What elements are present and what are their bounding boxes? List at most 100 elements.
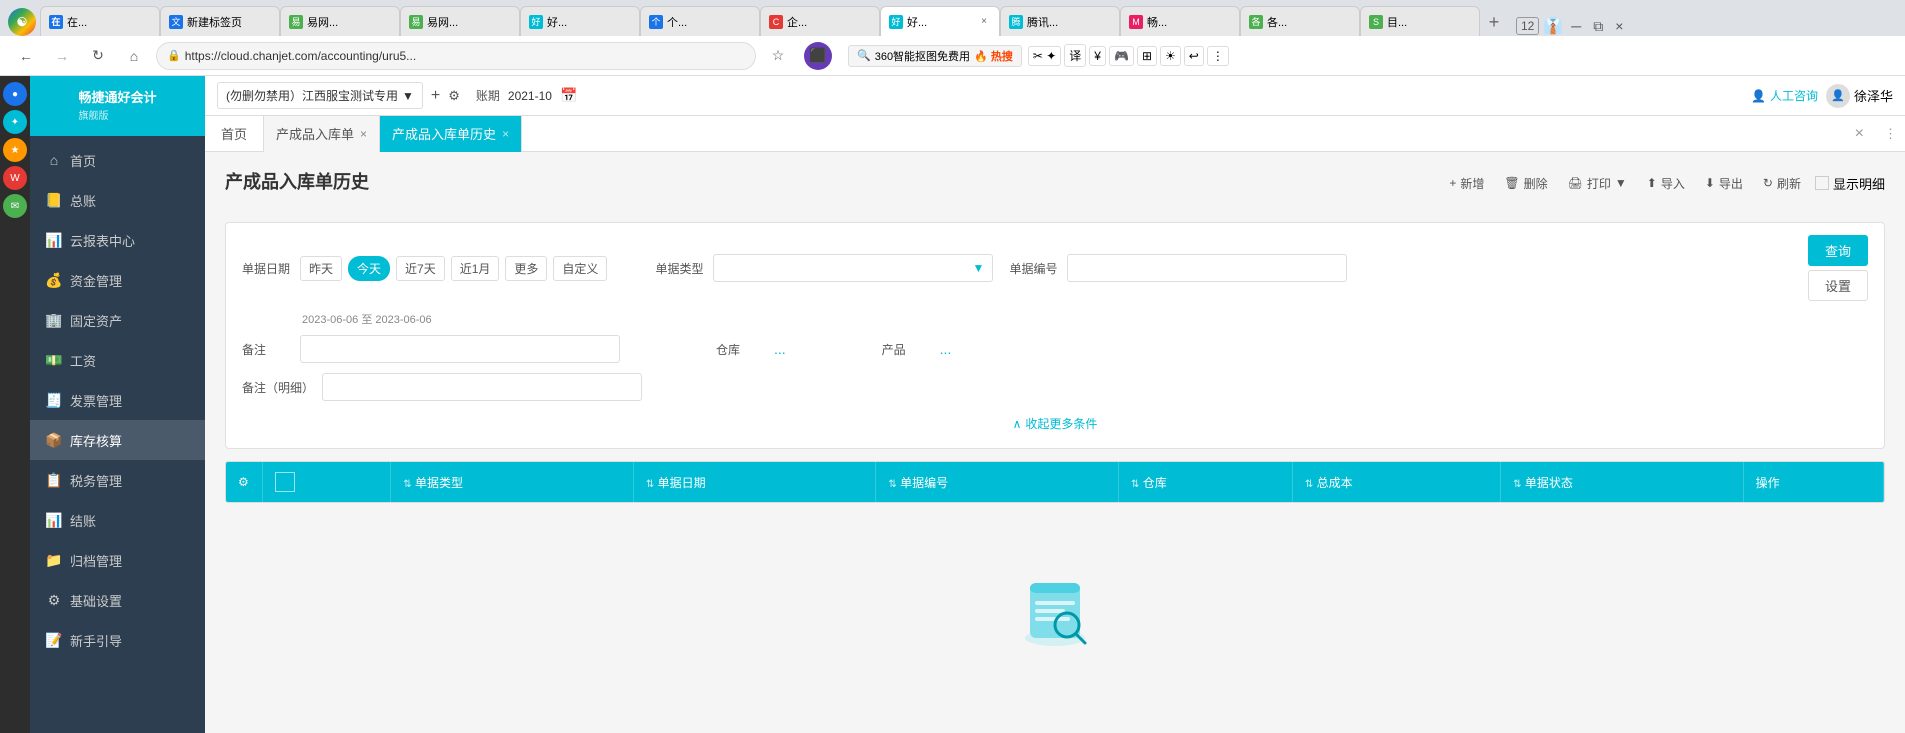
add-button[interactable]: + 新增 (1443, 171, 1490, 196)
import-button[interactable]: ⬆ 导入 (1641, 171, 1691, 196)
sidebar-item-archive[interactable]: 📁 归档管理 (30, 540, 205, 580)
more-tool[interactable]: ⋮ (1207, 46, 1229, 66)
sidebar-item-fixed-assets[interactable]: 🏢 固定资产 (30, 300, 205, 340)
tab-4[interactable]: 易 易网... (400, 6, 520, 36)
new-tab-button[interactable]: + (1480, 8, 1508, 36)
tab-10[interactable]: M 畅... (1120, 6, 1240, 36)
today-btn[interactable]: 今天 (348, 256, 390, 281)
theme-tool[interactable]: ☀ (1160, 46, 1181, 66)
tab-close-8[interactable]: × (977, 15, 991, 29)
tab-3[interactable]: 易 易网... (280, 6, 400, 36)
last7days-btn[interactable]: 近7天 (396, 256, 445, 281)
sidebar-item-tax[interactable]: 📋 税务管理 (30, 460, 205, 500)
chanjet-app-icon[interactable]: ✦ (3, 110, 27, 134)
tab-5[interactable]: 好 好... (520, 6, 640, 36)
wardrobe-icon[interactable]: 👔 (1543, 16, 1563, 36)
user-service-button[interactable]: 👤 人工咨询 (1751, 87, 1818, 104)
sidebar-item-new-entry[interactable]: 📝 新手引导 (30, 620, 205, 660)
cut-tool[interactable]: ✂ ✦ (1028, 46, 1061, 66)
sidebar-item-cloud-report[interactable]: 📊 云报表中心 (30, 220, 205, 260)
checkbox-column-header[interactable] (262, 462, 391, 502)
custom-date-btn[interactable]: 自定义 (553, 256, 607, 281)
collapse-button[interactable]: ∧ 收起更多条件 (1009, 411, 1102, 436)
bookmark-button[interactable]: ☆ (764, 42, 792, 70)
export-button[interactable]: ⬇ 导出 (1699, 171, 1749, 196)
url-bar[interactable]: 🔒 https://cloud.chanjet.com/accounting/u… (156, 42, 756, 70)
smart-search-bar[interactable]: 🔍 360智能抠图免费用 🔥 热搜 (848, 45, 1022, 67)
reload-button[interactable]: ↻ (84, 42, 112, 70)
breadcrumb-home[interactable]: 首页 (205, 116, 264, 152)
sidebar-item-inventory[interactable]: 📦 库存核算 (30, 420, 205, 460)
tab-2[interactable]: 文 新建标签页 (160, 6, 280, 36)
tab-9[interactable]: 腾 腾讯... (1000, 6, 1120, 36)
show-detail-checkbox[interactable] (1815, 176, 1829, 190)
more-date-btn[interactable]: 更多 (505, 256, 547, 281)
last1month-btn[interactable]: 近1月 (451, 256, 500, 281)
breadcrumb-tab-history[interactable]: 产成品入库单历史 × (380, 116, 522, 152)
undo-tool[interactable]: ↩ (1184, 46, 1204, 66)
bill-date-column-header[interactable]: ⇅ 单据日期 (633, 462, 876, 502)
extensions-button[interactable]: ⬛ (804, 42, 832, 70)
tab-1[interactable]: 在 在... (40, 6, 160, 36)
money-tool[interactable]: ¥ (1089, 46, 1106, 66)
360-app-icon[interactable]: ● (3, 82, 27, 106)
bill-type-column-header[interactable]: ⇅ 单据类型 (391, 462, 634, 502)
tab-11[interactable]: 各 各... (1240, 6, 1360, 36)
sidebar-item-base-settings[interactable]: ⚙ 基础设置 (30, 580, 205, 620)
date-range-text: 2023-06-06 至 2023-06-06 (302, 314, 432, 326)
tab-8[interactable]: 好 好... × (880, 6, 1000, 36)
filter-row-1: 单据日期 昨天 今天 近7天 近1月 更多 自定义 (242, 235, 1868, 301)
column-settings-header[interactable]: ⚙ (226, 462, 262, 502)
back-button[interactable]: ← (12, 42, 40, 70)
sidebar-item-close-account[interactable]: 📊 结账 (30, 500, 205, 540)
tab-7[interactable]: C 企... (760, 6, 880, 36)
more-pages-button[interactable]: ⋮ (1876, 116, 1905, 152)
sidebar-item-fund[interactable]: 💰 资金管理 (30, 260, 205, 300)
filter-settings-button[interactable]: 设置 (1808, 270, 1868, 301)
sidebar-item-home[interactable]: ⌂ 首页 (30, 140, 205, 180)
tab-12[interactable]: S 目... (1360, 6, 1480, 36)
minimize-button[interactable]: ─ (1567, 18, 1585, 34)
breadcrumb-tab-list-close[interactable]: × (360, 127, 367, 141)
product-ellipsis[interactable]: ... (940, 341, 952, 357)
settings-button[interactable]: ⚙ (448, 88, 460, 104)
query-button[interactable]: 查询 (1808, 235, 1868, 266)
star-app-icon[interactable]: ★ (3, 138, 27, 162)
bill-type-dropdown-icon: ▼ (973, 261, 985, 275)
show-detail-toggle[interactable]: 显示明细 (1815, 174, 1885, 193)
weibo-app-icon[interactable]: W (3, 166, 27, 190)
tab-6[interactable]: 个 个... (640, 6, 760, 36)
page-content: 产成品入库单历史 + 新增 🗑 删除 🖨 打印 (205, 152, 1905, 733)
total-cost-column-header[interactable]: ⇅ 总成本 (1292, 462, 1500, 502)
close-window-button[interactable]: × (1611, 18, 1627, 34)
add-company-button[interactable]: + (431, 87, 440, 105)
mail-app-icon[interactable]: ✉ (3, 194, 27, 218)
restore-button[interactable]: ⧉ (1589, 18, 1607, 35)
bill-no-input[interactable] (1067, 254, 1347, 282)
forward-button[interactable]: → (48, 42, 76, 70)
select-all-checkbox[interactable] (275, 472, 295, 492)
bill-status-column-header[interactable]: ⇅ 单据状态 (1501, 462, 1744, 502)
remark-detail-input[interactable] (322, 373, 642, 401)
close-page-button[interactable]: × (1843, 116, 1876, 152)
breadcrumb-tab-list[interactable]: 产成品入库单 × (264, 116, 380, 152)
yesterday-btn[interactable]: 昨天 (300, 256, 342, 281)
game-tool[interactable]: 🎮 (1109, 46, 1134, 66)
sidebar-item-payroll[interactable]: 💵 工资 (30, 340, 205, 380)
bill-no-column-header[interactable]: ⇅ 单据编号 (876, 462, 1119, 502)
warehouse-column-header[interactable]: ⇅ 仓库 (1118, 462, 1292, 502)
grid-tool[interactable]: ⊞ (1137, 46, 1157, 66)
translate-tool[interactable]: 译 (1064, 44, 1086, 67)
bill-type-select[interactable]: ▼ (713, 254, 993, 282)
print-button[interactable]: 🖨 打印 ▼ (1562, 171, 1633, 196)
sidebar-item-ledger[interactable]: 📒 总账 (30, 180, 205, 220)
sidebar-item-invoice[interactable]: 🧾 发票管理 (30, 380, 205, 420)
breadcrumb-tab-history-close[interactable]: × (502, 127, 509, 141)
company-selector[interactable]: (勿删勿禁用）江西服宝测试专用 ▼ (217, 82, 423, 109)
warehouse-ellipsis[interactable]: ... (774, 341, 786, 357)
refresh-button[interactable]: ↻ 刷新 (1757, 171, 1807, 196)
home-nav-button[interactable]: ⌂ (120, 42, 148, 70)
calendar-icon[interactable]: 📅 (560, 87, 577, 104)
delete-button[interactable]: 🗑 删除 (1498, 171, 1553, 196)
remark-input[interactable] (300, 335, 620, 363)
